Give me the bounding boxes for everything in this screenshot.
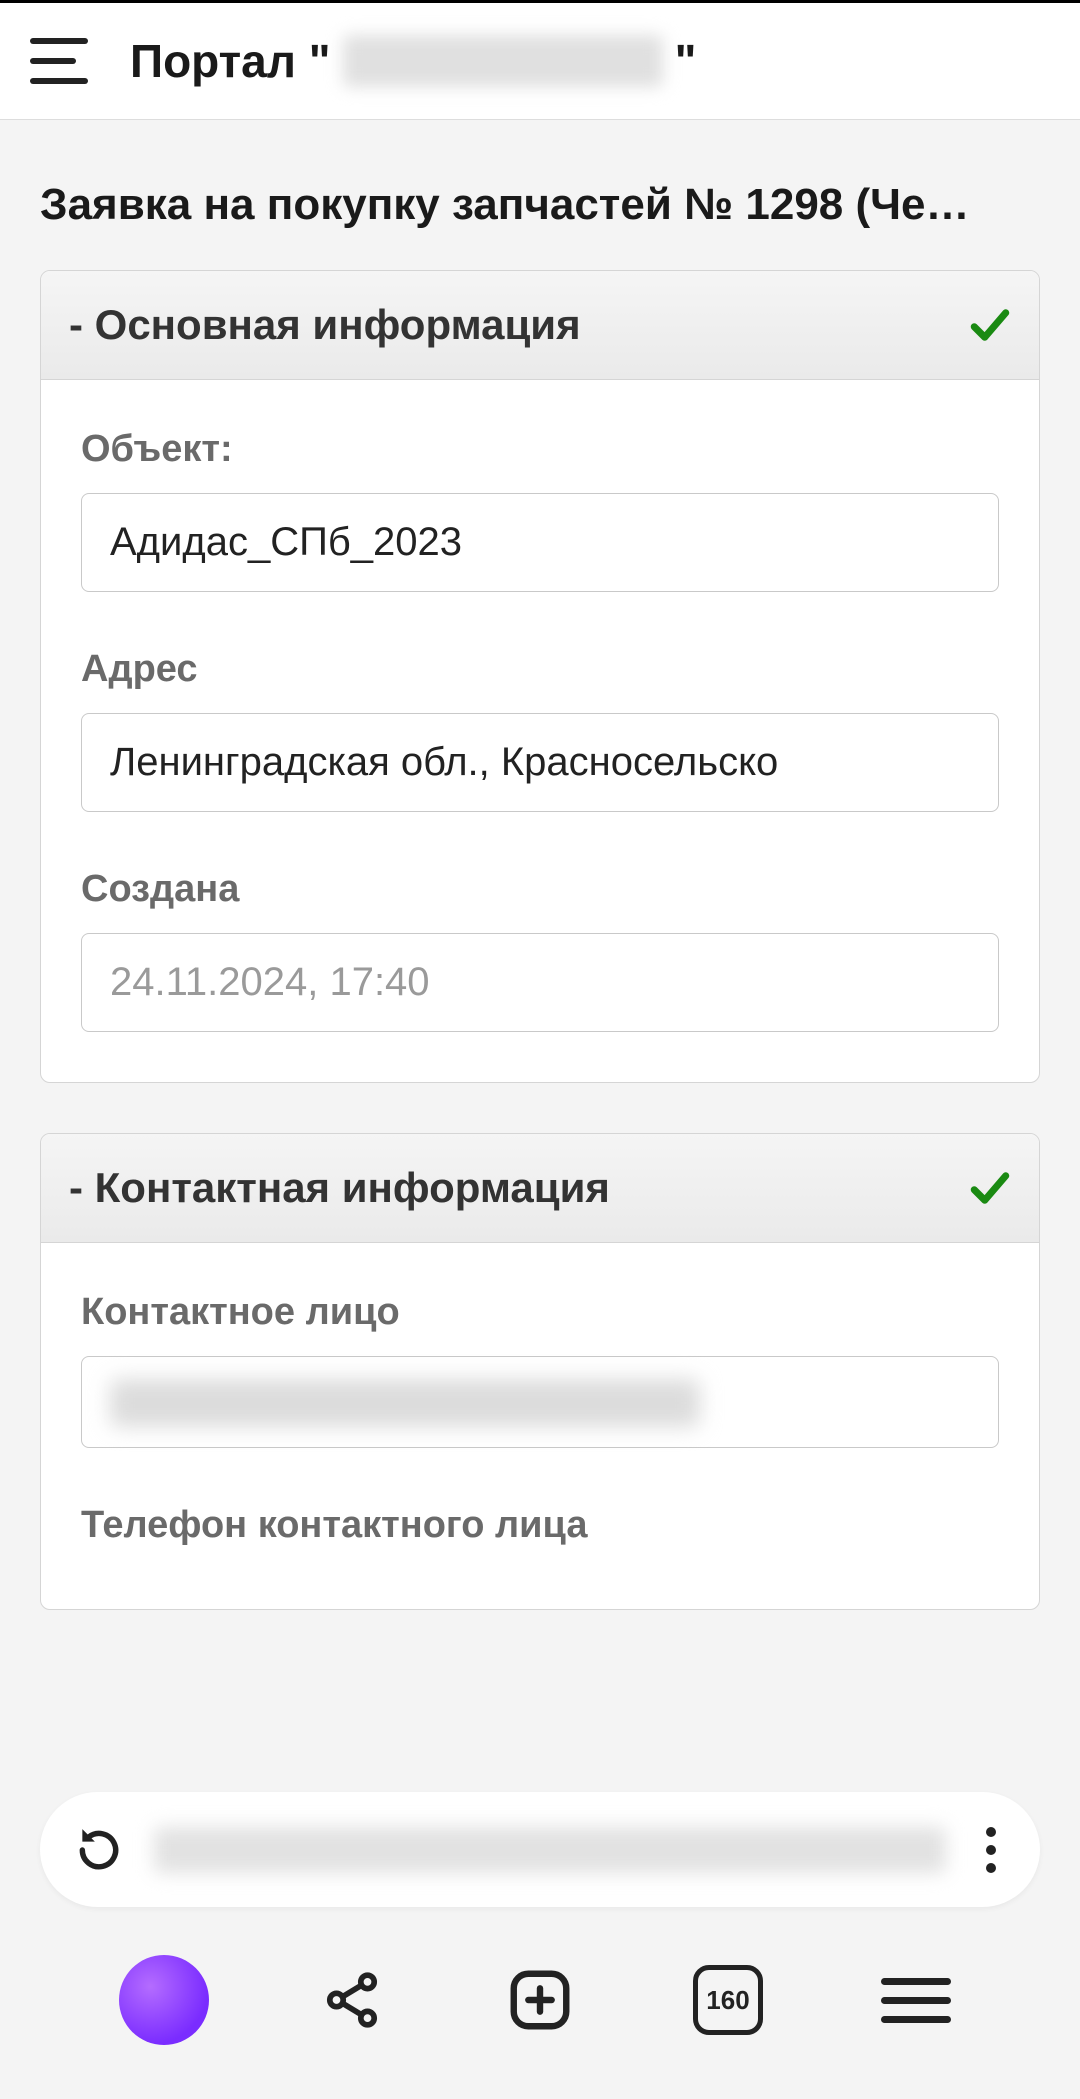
- portal-suffix: ": [675, 34, 697, 88]
- field-created-input: 24.11.2024, 17:40: [81, 933, 999, 1032]
- tabs-count-badge: 160: [693, 1965, 763, 2035]
- field-contact-person-input[interactable]: [81, 1356, 999, 1448]
- browser-nav: 160: [40, 1947, 1040, 2075]
- check-icon: [969, 304, 1011, 346]
- reload-icon[interactable]: [74, 1825, 124, 1875]
- assistant-icon: [119, 1955, 209, 2045]
- check-icon: [969, 1167, 1011, 1209]
- field-contact-person: Контактное лицо: [81, 1291, 999, 1448]
- portal-name-redacted: [343, 35, 663, 87]
- field-contact-phone-label: Телефон контактного лица: [81, 1504, 999, 1547]
- field-address-input[interactable]: Ленинградская обл., Красносельско: [81, 713, 999, 812]
- panel-main-info-title: - Основная информация: [69, 301, 581, 349]
- panel-contact-info-title: - Контактная информация: [69, 1164, 610, 1212]
- assistant-button[interactable]: [119, 1955, 209, 2045]
- share-icon: [321, 1969, 383, 2031]
- plus-square-icon: [505, 1965, 575, 2035]
- browser-menu-button[interactable]: [871, 1955, 961, 2045]
- share-button[interactable]: [307, 1955, 397, 2045]
- field-created-label: Создана: [81, 868, 999, 911]
- portal-title: Портал " ": [130, 34, 696, 88]
- field-object-input[interactable]: Адидас_СПб_2023: [81, 493, 999, 592]
- portal-prefix: Портал ": [130, 34, 331, 88]
- page-title: Заявка на покупку запчастей № 1298 (Че…: [40, 180, 1040, 230]
- menu-lines-icon: [881, 1978, 951, 2023]
- app-header: Портал " ": [0, 3, 1080, 120]
- more-icon[interactable]: [976, 1817, 1006, 1883]
- tabs-button[interactable]: 160: [683, 1955, 773, 2045]
- field-address-label: Адрес: [81, 648, 999, 691]
- field-contact-person-label: Контактное лицо: [81, 1291, 999, 1334]
- panel-contact-info-header[interactable]: - Контактная информация: [41, 1134, 1039, 1243]
- field-contact-phone: Телефон контактного лица: [81, 1504, 999, 1547]
- browser-chrome: 160: [0, 1792, 1080, 2099]
- field-created: Создана 24.11.2024, 17:40: [81, 868, 999, 1032]
- content-scroll[interactable]: Заявка на покупку запчастей № 1298 (Че… …: [0, 150, 1080, 1799]
- panel-main-info-header[interactable]: - Основная информация: [41, 271, 1039, 380]
- panel-main-info: - Основная информация Объект: Адидас_СПб…: [40, 270, 1040, 1083]
- menu-icon[interactable]: [30, 31, 90, 91]
- field-object: Объект: Адидас_СПб_2023: [81, 428, 999, 592]
- field-address: Адрес Ленинградская обл., Красносельско: [81, 648, 999, 812]
- address-bar[interactable]: [40, 1792, 1040, 1907]
- new-tab-button[interactable]: [495, 1955, 585, 2045]
- address-url-redacted[interactable]: [154, 1827, 946, 1873]
- panel-contact-info: - Контактная информация Контактное лицо …: [40, 1133, 1040, 1610]
- field-object-label: Объект:: [81, 428, 999, 471]
